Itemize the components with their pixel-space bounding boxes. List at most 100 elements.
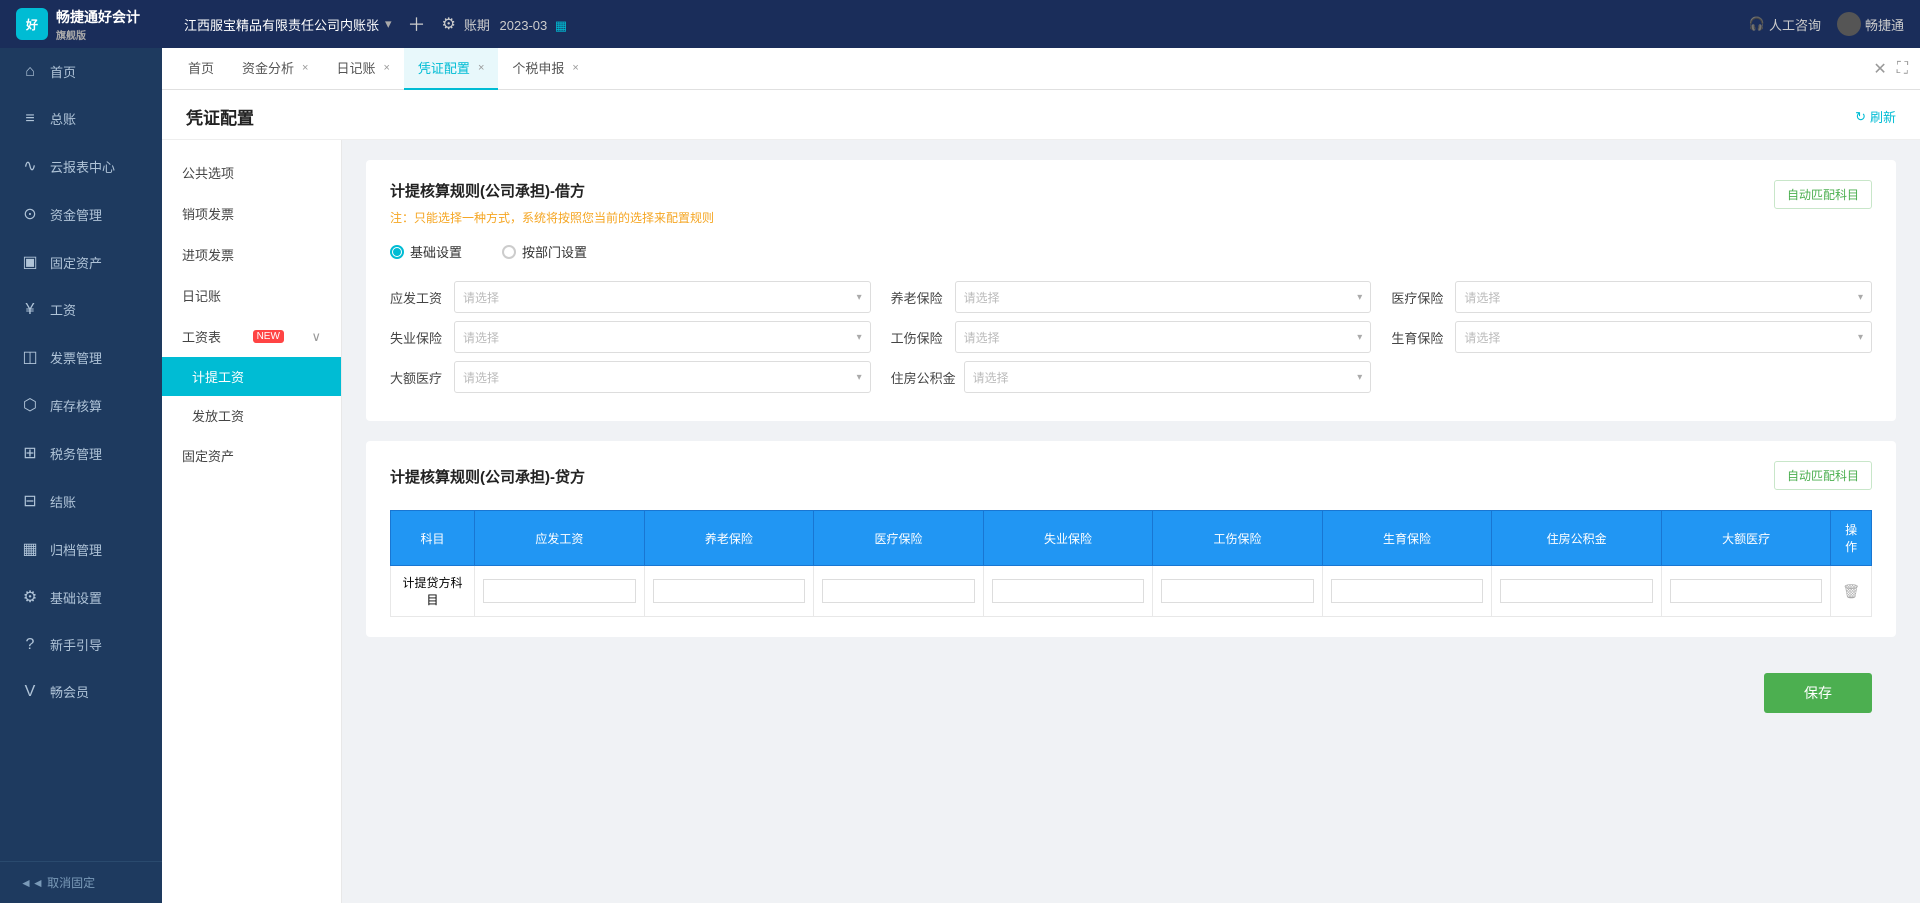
settings-icon[interactable]: ⚙	[442, 14, 456, 34]
auto-match-debit-btn[interactable]: 自动匹配科目	[1774, 180, 1872, 209]
auto-match-credit-btn[interactable]: 自动匹配科目	[1774, 461, 1872, 490]
sidebar-item-finance[interactable]: ⊙ 资金管理	[0, 190, 162, 238]
tab-journal[interactable]: 日记账 ×	[322, 48, 403, 90]
nav-journal[interactable]: 日记账	[162, 275, 341, 316]
radio-department[interactable]: 按部门设置	[502, 242, 587, 261]
top-bar-right: 🎧 人工咨询 畅捷通	[1749, 12, 1904, 36]
page-title: 凭证配置	[186, 104, 254, 129]
tax-icon: ⊞	[20, 443, 40, 463]
period-selector[interactable]: 账期 2023-03 ▦	[464, 15, 567, 34]
page-content: 凭证配置 ↻ 刷新 公共选项 销项发票 进项发票 日记账 工资表 NEW ∨	[162, 90, 1920, 903]
sidebar-item-guide[interactable]: ? 新手引导	[0, 621, 162, 668]
credit-table: 科目 应发工资 养老保险 医疗保险 失业保险 工伤保险 生育保险 住房公积金 大…	[390, 510, 1872, 617]
tab-voucher-config[interactable]: 凭证配置 ×	[404, 48, 498, 90]
nav-purchase-invoice[interactable]: 进项发票	[162, 234, 341, 275]
select-maternity[interactable]: 请选择 ▾	[1455, 321, 1872, 353]
select-pension[interactable]: 请选择 ▾	[955, 281, 1372, 313]
input-injury[interactable]	[1161, 579, 1314, 603]
radio-basic[interactable]: 基础设置	[390, 242, 462, 261]
sidebar-item-vip[interactable]: V 畅会员	[0, 668, 162, 715]
cell-housing	[1492, 566, 1662, 617]
headset-icon: 🎧	[1749, 16, 1765, 32]
chevron-down-icon: ▾	[857, 372, 862, 383]
close-tab-icon[interactable]: ✕	[1873, 59, 1886, 79]
delete-row-icon[interactable]: 🗑	[1842, 583, 1860, 599]
input-maternity[interactable]	[1331, 579, 1484, 603]
field-unemployment: 失业保险 请选择 ▾	[390, 321, 871, 353]
save-bar: 保存	[366, 657, 1896, 729]
user-info[interactable]: 畅捷通	[1837, 12, 1904, 36]
col-major-med: 大额医疗	[1661, 511, 1831, 566]
col-action: 操作	[1831, 511, 1872, 566]
sidebar-item-home[interactable]: ⌂ 首页	[0, 48, 162, 95]
select-medical[interactable]: 请选择 ▾	[1455, 281, 1872, 313]
add-icon[interactable]: ＋	[408, 11, 426, 37]
company-selector[interactable]: 江西服宝精品有限责任公司内账张 ▾	[184, 15, 392, 34]
sidebar-item-settings[interactable]: ⚙ 基础设置	[0, 573, 162, 621]
input-salary[interactable]	[483, 579, 636, 603]
select-housing-fund[interactable]: 请选择 ▾	[964, 361, 1372, 393]
sidebar-item-invoice[interactable]: ◫ 发票管理	[0, 333, 162, 381]
sidebar-item-ledger[interactable]: ≡ 总账	[0, 95, 162, 142]
logo-icon: 好	[16, 8, 48, 40]
input-housing[interactable]	[1500, 579, 1653, 603]
ledger-icon: ≡	[20, 110, 40, 128]
sidebar-item-inventory[interactable]: ⬡ 库存核算	[0, 381, 162, 429]
invoice-icon: ◫	[20, 347, 40, 367]
table-header-row: 科目 应发工资 养老保险 医疗保险 失业保险 工伤保险 生育保险 住房公积金 大…	[391, 511, 1872, 566]
field-housing-fund: 住房公积金 请选择 ▾	[891, 361, 1372, 393]
nav-fixed-assets[interactable]: 固定资产	[162, 435, 341, 476]
sidebar-item-reports[interactable]: ∿ 云报表中心	[0, 142, 162, 190]
close-tab-tax[interactable]: ×	[572, 62, 578, 74]
input-major-med[interactable]	[1670, 579, 1823, 603]
sidebar-item-assets[interactable]: ▣ 固定资产	[0, 238, 162, 286]
input-pension[interactable]	[653, 579, 806, 603]
col-housing: 住房公积金	[1492, 511, 1662, 566]
col-maternity: 生育保险	[1322, 511, 1492, 566]
refresh-btn[interactable]: ↻ 刷新	[1855, 107, 1896, 126]
chevron-down-icon: ▾	[1357, 332, 1362, 343]
service-btn[interactable]: 🎧 人工咨询	[1749, 15, 1821, 34]
refresh-icon: ↻	[1855, 109, 1866, 125]
sidebar-item-payroll[interactable]: ¥ 工资	[0, 286, 162, 333]
col-injury: 工伤保险	[1153, 511, 1323, 566]
select-major-medical[interactable]: 请选择 ▾	[454, 361, 871, 393]
close-tab-journal[interactable]: ×	[383, 62, 389, 74]
close-tab-voucher[interactable]: ×	[478, 62, 484, 74]
close-tab-finance[interactable]: ×	[302, 62, 308, 74]
select-salary[interactable]: 请选择 ▾	[454, 281, 871, 313]
nav-sales-invoice[interactable]: 销项发票	[162, 193, 341, 234]
maximize-icon[interactable]: ⛶	[1897, 60, 1908, 78]
nav-payroll-group[interactable]: 工资表 NEW ∨	[162, 316, 341, 357]
credit-section: 计提核算规则(公司承担)-贷方 自动匹配科目 科目 应发工资 养老保险	[366, 441, 1896, 637]
table-row: 计提贷方科目 🗑	[391, 566, 1872, 617]
sidebar-item-close[interactable]: ⊟ 结账	[0, 477, 162, 525]
unpin-sidebar-btn[interactable]: ◄◄ 取消固定	[0, 861, 162, 903]
chevron-down-icon: ▾	[1357, 372, 1362, 383]
tab-home[interactable]: 首页	[174, 48, 228, 90]
select-unemployment[interactable]: 请选择 ▾	[454, 321, 871, 353]
field-medical: 医疗保险 请选择 ▾	[1391, 281, 1872, 313]
radio-group: 基础设置 按部门设置	[390, 242, 1872, 261]
chevron-down-icon: ▾	[857, 332, 862, 343]
sidebar-item-tax[interactable]: ⊞ 税务管理	[0, 429, 162, 477]
nav-payroll-accrual[interactable]: 计提工资	[162, 357, 341, 396]
chevron-down-icon: ▾	[1858, 292, 1863, 303]
vip-icon: V	[20, 683, 40, 701]
radio-basic-circle	[390, 245, 404, 259]
select-injury[interactable]: 请选择 ▾	[955, 321, 1372, 353]
col-subject: 科目	[391, 511, 475, 566]
tab-tax[interactable]: 个税申报 ×	[498, 48, 592, 90]
nav-public-options[interactable]: 公共选项	[162, 152, 341, 193]
input-medical[interactable]	[822, 579, 975, 603]
tab-finance-analysis[interactable]: 资金分析 ×	[228, 48, 322, 90]
sidebar-item-archive[interactable]: ▦ 归档管理	[0, 525, 162, 573]
cell-maternity	[1322, 566, 1492, 617]
input-unemployment[interactable]	[992, 579, 1145, 603]
cell-delete: 🗑	[1831, 566, 1872, 617]
page-header: 凭证配置 ↻ 刷新	[162, 90, 1920, 140]
nav-payroll-payment[interactable]: 发放工资	[162, 396, 341, 435]
tab-bar: 首页 资金分析 × 日记账 × 凭证配置 × 个税申报 × ✕ ⛶	[162, 48, 1920, 90]
save-btn[interactable]: 保存	[1764, 673, 1872, 713]
col-unemployment: 失业保险	[983, 511, 1153, 566]
